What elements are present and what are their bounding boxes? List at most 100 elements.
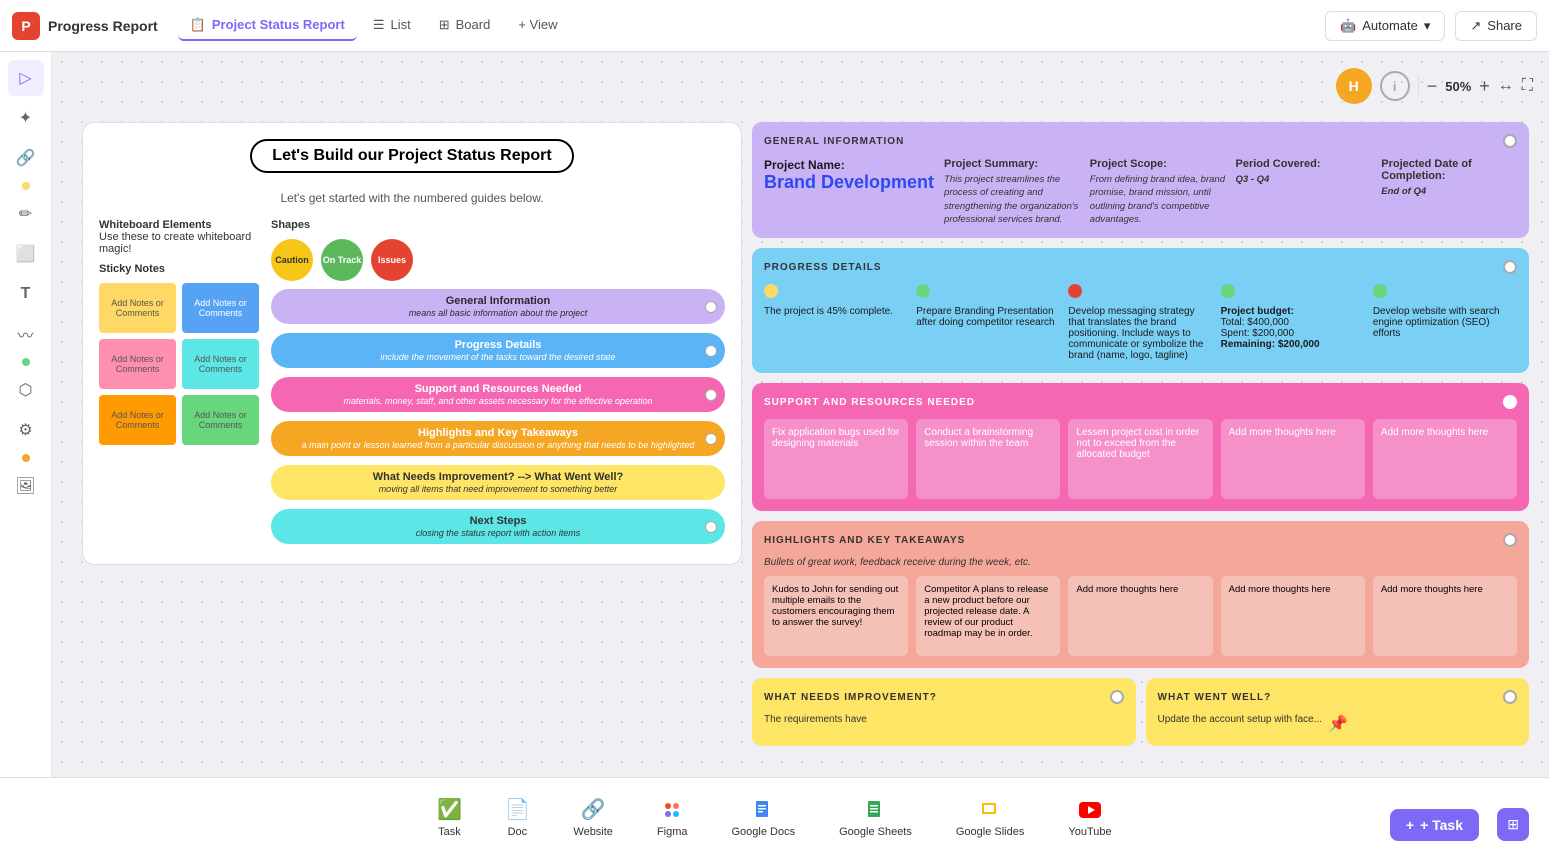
- bottom-panels: WHAT NEEDS IMPROVEMENT? The requirements…: [752, 678, 1529, 746]
- sidebar-btn-sparkle[interactable]: ✦: [8, 100, 44, 136]
- add-task-button[interactable]: + + Task: [1390, 809, 1479, 841]
- sidebar-btn-link[interactable]: 🔗: [8, 140, 44, 176]
- task-icon: ✅: [437, 798, 461, 822]
- sidebar-btn-settings[interactable]: ⚙: [8, 412, 44, 448]
- status-dot-green-1: [916, 284, 930, 298]
- progress-col-5: Develop website with search engine optim…: [1373, 284, 1517, 361]
- sidebar-dot-orange: [22, 454, 30, 462]
- sticky-note-2[interactable]: Add Notes or Comments: [182, 283, 259, 333]
- status-dot-green-3: [1373, 284, 1387, 298]
- fullscreen-button[interactable]: ⛶: [1522, 77, 1533, 95]
- panel-toggle-highlights[interactable]: [1503, 533, 1517, 547]
- header-right: 🤖 Automate ▾ ↗ Share: [1325, 11, 1537, 41]
- support-col-3: Lessen project cost in order not to exce…: [1068, 419, 1212, 499]
- toggle-support: [705, 389, 717, 401]
- highlight-col-3: Add more thoughts here: [1068, 576, 1212, 656]
- bottom-toolbar: ✅ Task 📄 Doc 🔗 Website Figma Google Docs…: [0, 777, 1549, 857]
- youtube-icon: [1078, 798, 1102, 822]
- sidebar-btn-shape[interactable]: ⬜: [8, 236, 44, 272]
- tab-project-status[interactable]: 📋 Project Status Report: [178, 11, 357, 41]
- support-header: SUPPORT AND RESOURCES NEEDED: [764, 395, 1517, 409]
- status-dot-green-2: [1221, 284, 1235, 298]
- toggle-next-steps: [705, 521, 717, 533]
- shape-issues[interactable]: Issues: [371, 239, 413, 281]
- info-row-general[interactable]: General Information means all basic info…: [271, 289, 725, 324]
- sticky-note-1[interactable]: Add Notes or Comments: [99, 283, 176, 333]
- toolbar-google-docs[interactable]: Google Docs: [722, 794, 806, 842]
- sidebar-btn-wave[interactable]: 〰: [8, 316, 44, 352]
- panel-toggle-support[interactable]: [1503, 395, 1517, 409]
- zoom-out-button[interactable]: −: [1427, 76, 1438, 97]
- went-well-content: Update the account setup with face... 📌: [1158, 714, 1518, 734]
- panel-toggle-progress[interactable]: [1503, 260, 1517, 274]
- progress-col-2: Prepare Branding Presentation after doin…: [916, 284, 1060, 361]
- highlight-col-4: Add more thoughts here: [1221, 576, 1365, 656]
- shape-on-track[interactable]: On Track: [321, 239, 363, 281]
- share-button[interactable]: ↗ Share: [1455, 11, 1537, 41]
- toolbar-doc[interactable]: 📄 Doc: [495, 794, 539, 842]
- highlight-col-1: Kudos to John for sending out multiple e…: [764, 576, 908, 656]
- scope-col: Project Scope: From defining brand idea,…: [1090, 158, 1226, 226]
- canvas-content: Let's Build our Project Status Report Le…: [62, 112, 1539, 777]
- sidebar-btn-text[interactable]: T: [8, 276, 44, 312]
- user-avatar[interactable]: H: [1336, 68, 1372, 104]
- general-info-grid: Project Name: Brand Development Project …: [764, 158, 1517, 226]
- toolbar-youtube[interactable]: YouTube: [1058, 794, 1121, 842]
- info-row-improvement[interactable]: What Needs Improvement? --> What Went We…: [271, 465, 725, 500]
- toolbar-google-slides[interactable]: Google Slides: [946, 794, 1035, 842]
- info-row-progress[interactable]: Progress Details include the movement of…: [271, 333, 725, 368]
- sidebar-btn-graph[interactable]: ⬡: [8, 372, 44, 408]
- shape-circles: Caution On Track Issues: [271, 239, 725, 281]
- info-row-next-steps[interactable]: Next Steps closing the status report wit…: [271, 509, 725, 544]
- went-well-panel: WHAT WENT WELL? Update the account setup…: [1146, 678, 1530, 746]
- grid-button[interactable]: ⊞: [1497, 808, 1529, 841]
- fit-view-button[interactable]: ↔: [1498, 77, 1514, 95]
- toolbar-website[interactable]: 🔗 Website: [563, 794, 623, 842]
- panel-toggle-general[interactable]: [1503, 134, 1517, 148]
- nav-tabs: 📋 Project Status Report ☰ List ⊞ Board +…: [178, 11, 570, 41]
- guide-title: Let's Build our Project Status Report: [250, 139, 573, 173]
- tab-view[interactable]: + View: [506, 11, 569, 40]
- panel-toggle-improvement[interactable]: [1110, 690, 1124, 704]
- sticky-note-6[interactable]: Add Notes or Comments: [182, 395, 259, 445]
- sidebar-btn-image[interactable]: 🖼: [8, 468, 44, 504]
- sidebar-dot-yellow: [22, 182, 30, 190]
- automate-button[interactable]: 🤖 Automate ▾: [1325, 11, 1445, 41]
- toolbar-figma[interactable]: Figma: [647, 794, 698, 842]
- shapes-label: Shapes: [271, 219, 725, 231]
- info-row-highlights[interactable]: Highlights and Key Takeaways a main poin…: [271, 421, 725, 456]
- sidebar-btn-cursor[interactable]: ▷: [8, 60, 44, 96]
- tab-list[interactable]: ☰ List: [361, 11, 423, 41]
- app-icon: P: [12, 12, 40, 40]
- tab-board[interactable]: ⊞ Board: [427, 11, 503, 41]
- shape-caution[interactable]: Caution: [271, 239, 313, 281]
- guide-subtitle: Let's get started with the numbered guid…: [99, 191, 725, 205]
- sticky-notes-label: Sticky Notes: [99, 263, 259, 275]
- status-dot-red: [1068, 284, 1082, 298]
- support-grid: Fix application bugs used for designing …: [764, 419, 1517, 499]
- guide-panel: Let's Build our Project Status Report Le…: [82, 122, 742, 565]
- zoom-controls: H i − 50% + ↔ ⛶: [1336, 68, 1533, 104]
- info-row-support[interactable]: Support and Resources Needed materials, …: [271, 377, 725, 412]
- info-button[interactable]: i: [1380, 71, 1410, 101]
- progress-grid: The project is 45% complete. Prepare Bra…: [764, 284, 1517, 361]
- zoom-in-button[interactable]: +: [1479, 76, 1490, 97]
- canvas[interactable]: H i − 50% + ↔ ⛶ Let's Build our Project …: [52, 52, 1549, 857]
- completion-col: Projected Date of Completion: End of Q4: [1381, 158, 1517, 198]
- progress-col-4: Project budget:Total: $400,000Spent: $20…: [1221, 284, 1365, 361]
- sticky-note-4[interactable]: Add Notes or Comments: [182, 339, 259, 389]
- sticky-note-3[interactable]: Add Notes or Comments: [99, 339, 176, 389]
- toolbar-google-sheets[interactable]: Google Sheets: [829, 794, 922, 842]
- toggle-general: [705, 301, 717, 313]
- sidebar-btn-pen[interactable]: ✏: [8, 196, 44, 232]
- figma-icon: [660, 798, 684, 822]
- website-icon: 🔗: [581, 798, 605, 822]
- support-panel: SUPPORT AND RESOURCES NEEDED Fix applica…: [752, 383, 1529, 511]
- toolbar-task[interactable]: ✅ Task: [427, 794, 471, 842]
- progress-details-panel: PROGRESS DETAILS The project is 45% comp…: [752, 248, 1529, 373]
- status-dot-yellow: [764, 284, 778, 298]
- sticky-note-5[interactable]: Add Notes or Comments: [99, 395, 176, 445]
- period-col: Period Covered: Q3 - Q4: [1236, 158, 1372, 186]
- panel-toggle-went-well[interactable]: [1503, 690, 1517, 704]
- sticky-notes-section: Whiteboard Elements Use these to create …: [99, 219, 259, 548]
